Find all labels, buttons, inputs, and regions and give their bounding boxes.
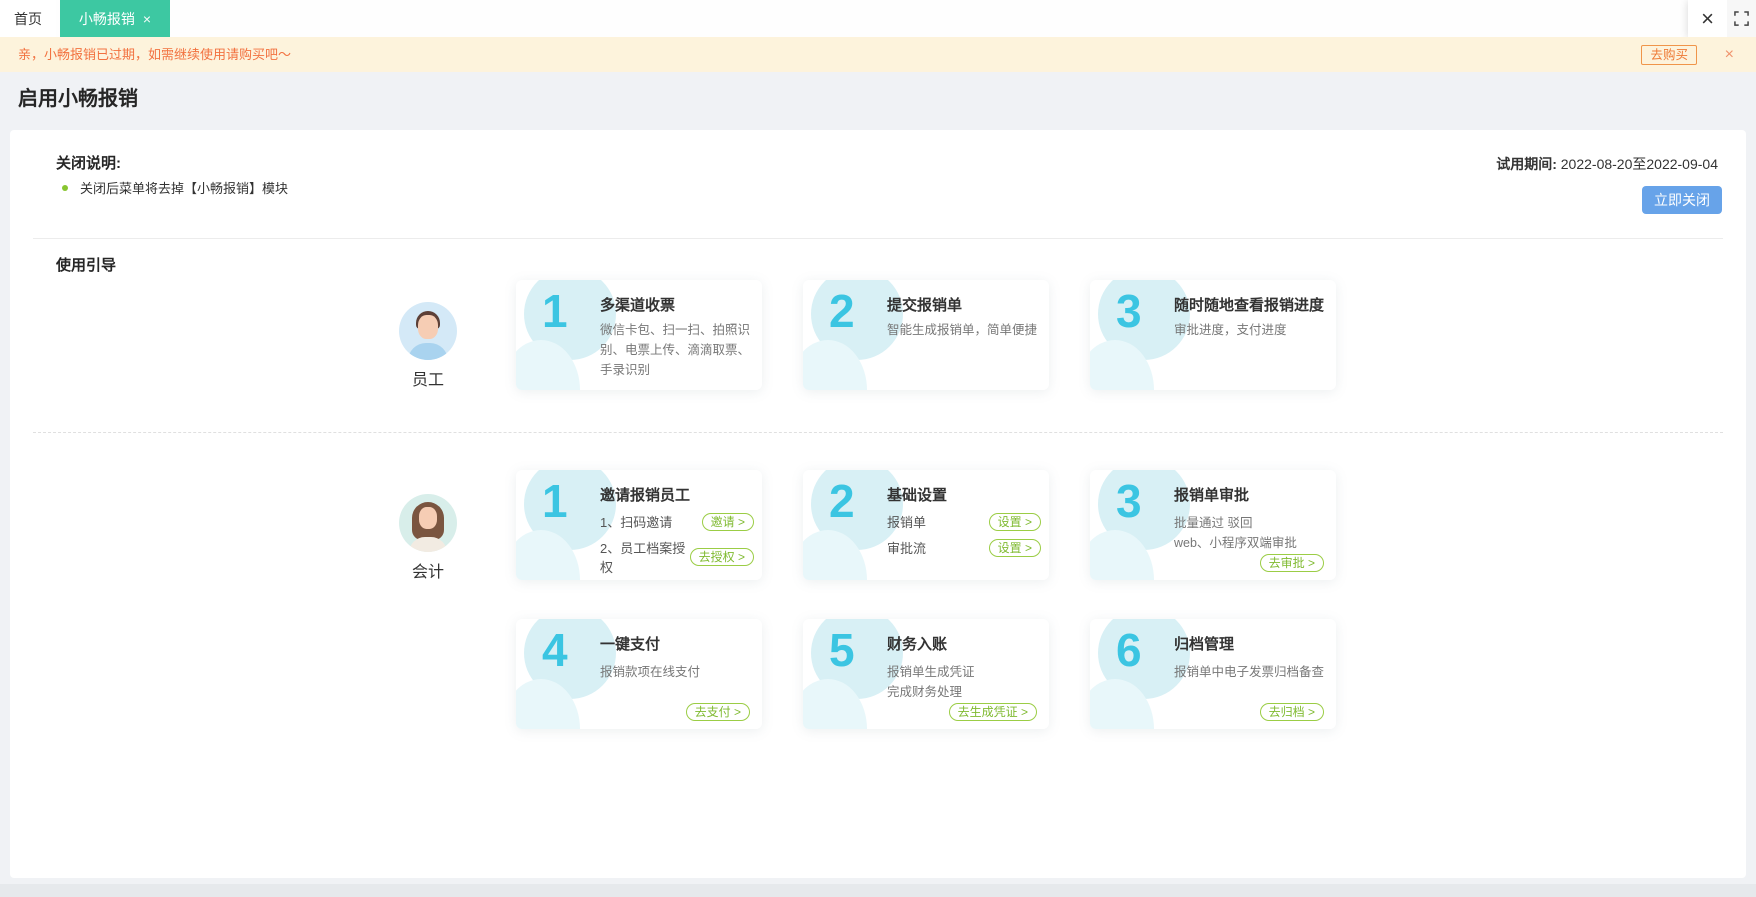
card-number: 5 [829, 624, 855, 676]
settings-pill-button[interactable]: 设置 > [988, 538, 1041, 557]
avatar-body [409, 537, 447, 552]
card-desc: 审批进度，支付进度 [1174, 323, 1287, 337]
tab-active-label: 小畅报销 [78, 10, 135, 27]
close-icon: × [1701, 5, 1714, 31]
guide-heading: 使用引导 [56, 257, 117, 274]
avatar-face [418, 315, 438, 339]
trial-period: 试用期间: 2022-08-20至2022-09-04 [1496, 154, 1718, 174]
card-number: 2 [829, 475, 855, 527]
card-desc: 报销单生成凭证 [887, 665, 975, 679]
bottom-strip [0, 884, 1756, 897]
card-line: 1、扫码邀请 邀请 > [600, 512, 754, 531]
settings-pill-button[interactable]: 设置 > [988, 512, 1041, 531]
avatar-face [419, 507, 437, 529]
card-title: 财务入账 [887, 636, 948, 653]
line-label: 2、员工档案授权 [600, 541, 686, 575]
expiry-banner: 亲，小畅报销已过期，如需继续使用请购买吧～ 去购买 × [0, 37, 1756, 72]
card-desc: 智能生成报销单，简单便捷 [887, 323, 1038, 337]
avatar-body [408, 343, 448, 360]
guide-card-financial-entry: 5 财务入账 报销单生成凭证 完成财务处理 去生成凭证 > [803, 619, 1049, 729]
go-approve-pill-button[interactable]: 去审批 > [1259, 554, 1324, 572]
main-card: 关闭说明: 关闭后菜单将去掉【小畅报销】模块 试用期间: 2022-08-20至… [10, 130, 1746, 878]
guide-card-archive-management: 6 归档管理 报销单中电子发票归档备查 去归档 > [1090, 619, 1336, 729]
bullet-dot [62, 184, 68, 191]
card-title: 一键支付 [600, 636, 661, 653]
card-number: 4 [542, 624, 568, 676]
fullscreen-button[interactable] [1727, 0, 1756, 37]
tab-bar: 首页 小畅报销 × × [0, 0, 1756, 37]
card-title: 提交报销单 [887, 297, 963, 314]
line-label: 审批流 [887, 541, 927, 556]
close-now-button[interactable]: 立即关闭 [1642, 186, 1722, 214]
guide-card-invite-employees: 1 邀请报销员工 1、扫码邀请 邀请 > 2、员工档案授权 去授权 > [516, 470, 762, 580]
go-archive-pill-button[interactable]: 去归档 > [1259, 703, 1324, 721]
invite-pill-button[interactable]: 邀请 > [701, 512, 754, 531]
card-line: 审批流 设置 > [887, 538, 1041, 557]
window-close-button[interactable]: × [1688, 0, 1727, 37]
accountant-avatar [399, 494, 457, 552]
card-desc: 完成财务处理 [887, 685, 963, 699]
close-bullet-text: 关闭后菜单将去掉【小畅报销】模块 [80, 181, 289, 196]
guide-card-check-progress: 3 随时随地查看报销进度 审批进度，支付进度 [1090, 280, 1336, 390]
close-bullet-row: 关闭后菜单将去掉【小畅报销】模块 [62, 178, 288, 197]
card-number: 1 [542, 475, 568, 527]
card-title: 基础设置 [887, 487, 948, 504]
card-title: 邀请报销员工 [600, 487, 691, 504]
go-pay-pill-button[interactable]: 去支付 > [685, 703, 750, 721]
tab-close-icon[interactable]: × [143, 12, 151, 26]
guide-card-basic-settings: 2 基础设置 报销单 设置 > 审批流 设置 > [803, 470, 1049, 580]
trial-value: 2022-08-20至2022-09-04 [1560, 156, 1718, 172]
card-desc: 报销单中电子发票归档备查 [1174, 665, 1325, 679]
card-number: 2 [829, 285, 855, 337]
card-desc: 微信卡包、扫一扫、拍照识别、电票上传、滴滴取票、手录识别 [600, 323, 751, 377]
card-title: 多渠道收票 [600, 297, 676, 314]
generate-voucher-pill-button[interactable]: 去生成凭证 > [948, 703, 1037, 721]
card-desc: 批量通过 驳回 [1174, 516, 1253, 530]
fullscreen-icon [1734, 11, 1749, 26]
buy-button[interactable]: 去购买 [1641, 45, 1697, 65]
card-title: 随时随地查看报销进度 [1174, 297, 1325, 314]
line-label: 1、扫码邀请 [600, 515, 673, 530]
card-number: 3 [1116, 475, 1142, 527]
tab-home-label: 首页 [14, 10, 42, 27]
employee-role-label: 员工 [411, 372, 444, 389]
card-number: 6 [1116, 624, 1142, 676]
accountant-role-label: 会计 [411, 564, 444, 581]
card-desc: 报销款项在线支付 [600, 665, 701, 679]
trial-label: 试用期间: [1496, 156, 1557, 172]
card-number: 1 [542, 285, 568, 337]
close-instructions-heading: 关闭说明: [56, 155, 121, 172]
card-title: 报销单审批 [1174, 487, 1250, 504]
page-title: 启用小畅报销 [18, 88, 138, 110]
card-line: 报销单 设置 > [887, 512, 1041, 531]
tab-expense-active[interactable]: 小畅报销 × [60, 0, 170, 37]
card-number: 3 [1116, 285, 1142, 337]
authorize-pill-button[interactable]: 去授权 > [689, 548, 754, 566]
card-title: 归档管理 [1174, 636, 1235, 653]
guide-card-one-click-pay: 4 一键支付 报销款项在线支付 去支付 > [516, 619, 762, 729]
guide-card-expense-approval: 3 报销单审批 批量通过 驳回 web、小程序双端审批 去审批 > [1090, 470, 1336, 580]
section-divider [33, 238, 1723, 239]
tab-home[interactable]: 首页 [0, 0, 56, 37]
banner-text: 亲，小畅报销已过期，如需继续使用请购买吧～ [18, 47, 292, 62]
dashed-divider [33, 432, 1723, 433]
guide-card-multichannel-invoice: 1 多渠道收票 微信卡包、扫一扫、拍照识别、电票上传、滴滴取票、手录识别 [516, 280, 762, 390]
card-desc: web、小程序双端审批 [1174, 536, 1297, 550]
card-line: 2、员工档案授权 去授权 > [600, 538, 754, 576]
employee-avatar [399, 302, 457, 360]
line-label: 报销单 [887, 515, 927, 530]
banner-close-icon[interactable]: × [1725, 45, 1734, 65]
guide-card-submit-expense: 2 提交报销单 智能生成报销单，简单便捷 [803, 280, 1049, 390]
